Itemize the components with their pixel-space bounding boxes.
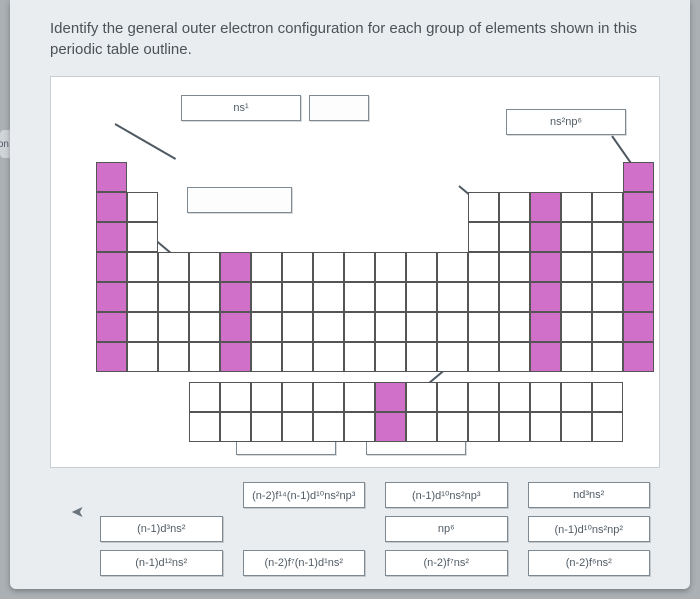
- table-row: [96, 312, 654, 342]
- answer-chip[interactable]: (n-2)f⁷ns²: [385, 550, 508, 576]
- answer-chip[interactable]: (n-2)f⁷(n-1)d¹ns²: [243, 550, 366, 576]
- label-ns2np6[interactable]: ns²np⁶: [506, 109, 626, 135]
- table-row: [96, 192, 654, 222]
- answer-chip[interactable]: (n-2)f⁶ns²: [528, 550, 651, 576]
- answer-bank: (n-2)f¹⁴(n-1)d¹⁰ns²np³ (n-1)d¹⁰ns²np³ nd…: [100, 482, 650, 576]
- answer-chip[interactable]: (n-1)d³ns²: [100, 516, 223, 542]
- question-text: Identify the general outer electron conf…: [50, 18, 660, 60]
- table-row: [96, 222, 654, 252]
- periodic-table: [96, 162, 654, 442]
- table-row: [96, 162, 654, 192]
- answer-chip[interactable]: nd³ns²: [528, 482, 651, 508]
- table-row: [96, 282, 654, 312]
- answer-chip[interactable]: (n-1)d¹⁰ns²np²: [528, 516, 651, 542]
- table-row: [96, 382, 654, 412]
- question-card: Identify the general outer electron conf…: [10, 0, 690, 589]
- table-row: [96, 252, 654, 282]
- cursor-icon: ➤: [71, 502, 84, 522]
- table-row: [96, 342, 654, 372]
- answer-chip[interactable]: np⁶: [385, 516, 508, 542]
- answer-slot-top-right-empty[interactable]: [309, 95, 369, 121]
- spacer: [96, 372, 654, 382]
- answer-chip[interactable]: (n-1)d¹²ns²: [100, 550, 223, 576]
- table-row: [96, 412, 654, 442]
- label-ns1[interactable]: ns¹: [181, 95, 301, 121]
- answer-chip[interactable]: (n-2)f¹⁴(n-1)d¹⁰ns²np³: [243, 482, 366, 508]
- side-tab[interactable]: on: [0, 130, 10, 158]
- leader-line: [115, 123, 177, 160]
- answer-chip[interactable]: (n-1)d¹⁰ns²np³: [385, 482, 508, 508]
- periodic-table-canvas: ns¹ ns²np⁶: [50, 76, 660, 468]
